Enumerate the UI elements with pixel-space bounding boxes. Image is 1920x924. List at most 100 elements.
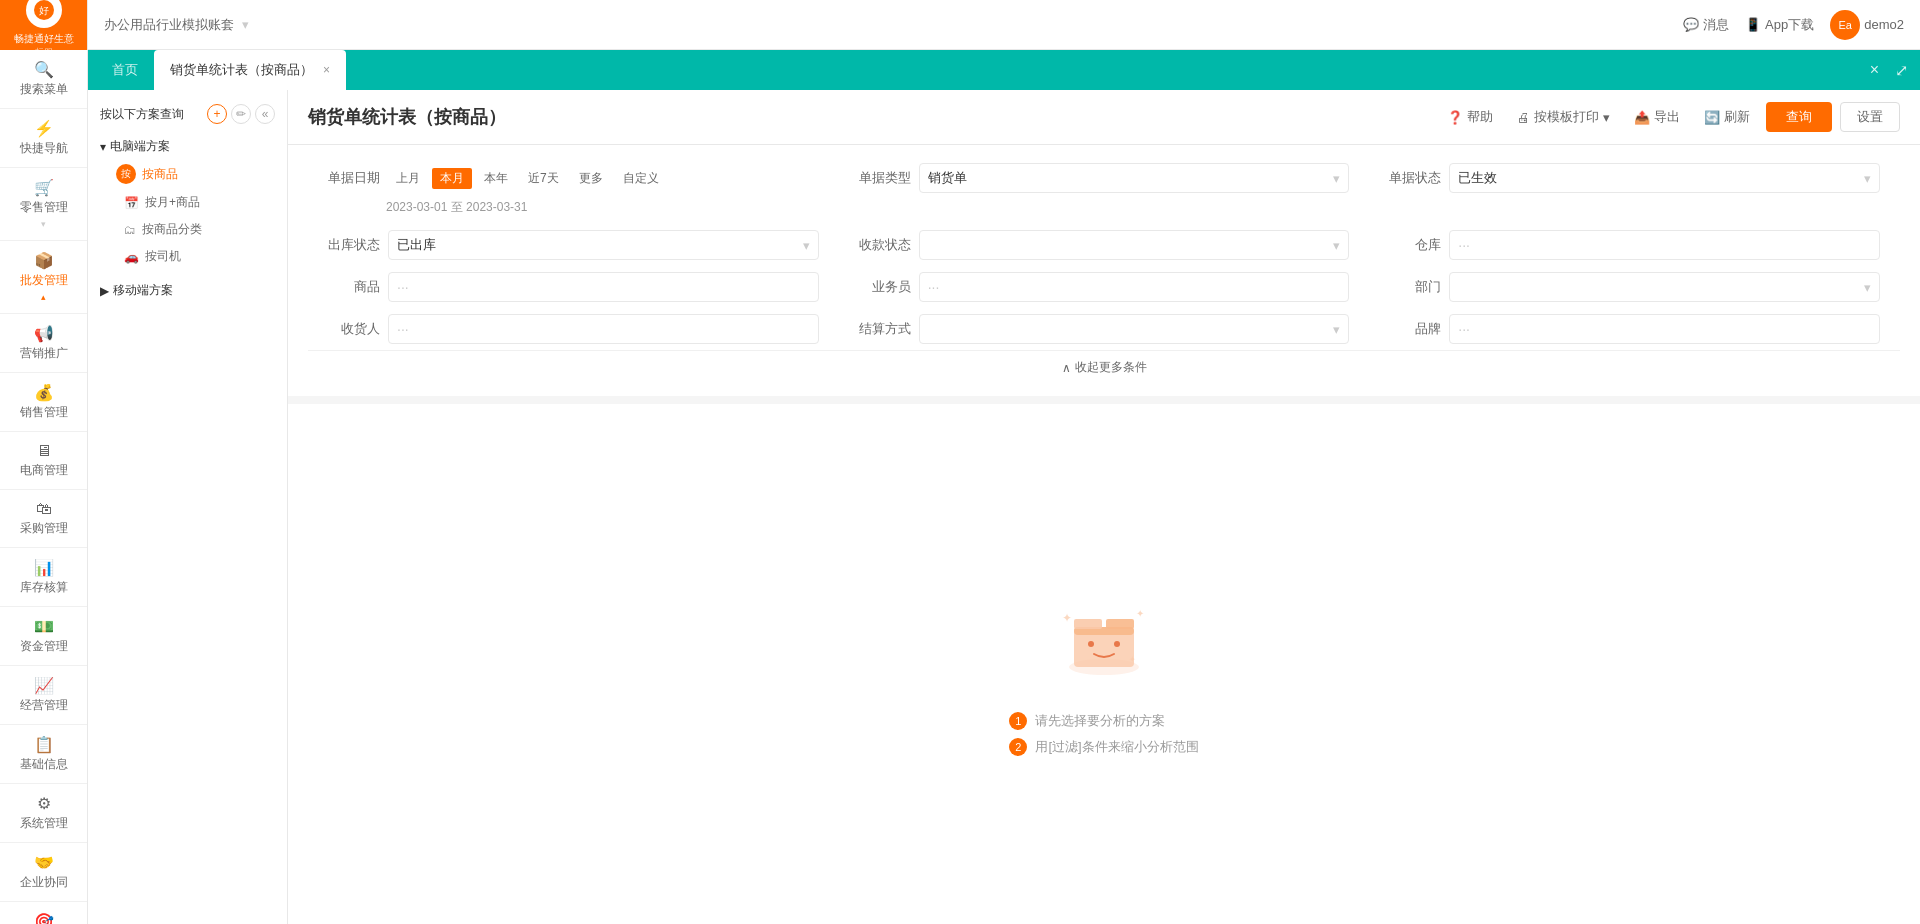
finance-icon: 💵 — [4, 617, 83, 636]
page-header-actions: ❓ 帮助 🖨 按模板打印 ▾ 📤 导出 🔄 — [1439, 102, 1900, 132]
tab-home[interactable]: 首页 — [96, 50, 154, 90]
search-menu-icon: 🔍 — [4, 60, 83, 79]
logo-icon: 好 — [26, 0, 62, 28]
department-select[interactable]: ▾ — [1449, 272, 1880, 302]
salesman-input[interactable]: ··· — [919, 272, 1350, 302]
operation-icon: 📈 — [4, 676, 83, 695]
doctype-select[interactable]: 销货单 ▾ — [919, 163, 1350, 193]
collectstatus-select[interactable]: ▾ — [919, 230, 1350, 260]
warehouse-input[interactable]: ··· — [1449, 230, 1880, 260]
sidebar-item-wholesale[interactable]: 📦 批发管理 ▴ — [0, 241, 87, 314]
sub-scheme-driver[interactable]: 🚗 按司机 — [88, 243, 287, 270]
app-download-btn[interactable]: 📱 App下载 — [1745, 16, 1814, 34]
sidebar-item-basic[interactable]: 📋 基础信息 — [0, 725, 87, 784]
collectstatus-label: 收款状态 — [839, 236, 919, 254]
sidebar-quicknav-label: 快捷导航 — [4, 140, 83, 157]
filter-row-1: 单据日期 上月 本月 本年 近7天 更多 自定义 — [308, 157, 1900, 199]
breadcrumb-arrow: ▾ — [242, 17, 249, 32]
sidebar-system-label: 系统管理 — [4, 815, 83, 832]
scheme-item-by-goods[interactable]: 按 按商品 — [88, 159, 287, 189]
salesman-dots: ··· — [928, 279, 940, 295]
shortcut-this-month[interactable]: 本月 — [432, 168, 472, 189]
department-label: 部门 — [1369, 278, 1449, 296]
tab-bar-actions: × ⤢ — [1866, 57, 1912, 84]
shortcut-custom[interactable]: 自定义 — [615, 168, 667, 189]
docstatus-select[interactable]: 已生效 ▾ — [1449, 163, 1880, 193]
sidebar-item-operation[interactable]: 📈 经营管理 — [0, 666, 87, 725]
collapse-label: 收起更多条件 — [1075, 359, 1147, 376]
mobile-scheme-group: ▶ 移动端方案 — [88, 274, 287, 307]
mobile-group-header[interactable]: ▶ 移动端方案 — [88, 278, 287, 303]
collectstatus-control: ▾ — [919, 230, 1370, 260]
brand-input[interactable]: ··· — [1449, 314, 1880, 344]
date-range-text: 2023-03-01 至 2023-03-31 — [386, 200, 527, 214]
sidebar-item-finance[interactable]: 💵 资金管理 — [0, 607, 87, 666]
sidebar-item-ecommerce[interactable]: 🖥 电商管理 — [0, 432, 87, 490]
collectstatus-arrow: ▾ — [1333, 238, 1340, 253]
shortcut-more[interactable]: 更多 — [571, 168, 611, 189]
user-area[interactable]: Ea demo2 — [1830, 10, 1904, 40]
sub-scheme-goods-category[interactable]: 🗂 按商品分类 — [88, 216, 287, 243]
tab-maximize-btn[interactable]: ⤢ — [1891, 57, 1912, 84]
sidebar-item-purchase[interactable]: 🛍 采购管理 — [0, 490, 87, 548]
message-btn[interactable]: 💬 消息 — [1683, 16, 1729, 34]
svg-point-8 — [1114, 641, 1120, 647]
date-shortcuts: 上月 本月 本年 近7天 更多 自定义 — [388, 168, 667, 189]
empty-state: ✦ ✦ ✦ 1 请先选择要分析的方案 2 用[过滤]条件来缩小分析范围 — [288, 404, 1920, 924]
tab-close-btn[interactable]: × — [1866, 57, 1883, 83]
tab-home-label: 首页 — [112, 61, 138, 79]
payment-select[interactable]: ▾ — [919, 314, 1350, 344]
goods-control: ··· — [388, 272, 839, 302]
export-btn[interactable]: 📤 导出 — [1626, 104, 1688, 130]
help-btn[interactable]: ❓ 帮助 — [1439, 104, 1501, 130]
date-range-row: 2023-03-01 至 2023-03-31 — [308, 199, 1900, 224]
tab-close-icon[interactable]: × — [323, 63, 330, 77]
shortcut-this-year[interactable]: 本年 — [476, 168, 516, 189]
sidebar-item-search[interactable]: 🔍 搜索菜单 — [0, 50, 87, 109]
add-scheme-btn[interactable]: + — [207, 104, 227, 124]
outstatus-select[interactable]: 已出库 ▾ — [388, 230, 819, 260]
desktop-group-header[interactable]: ▾ 电脑端方案 — [88, 134, 287, 159]
goods-input[interactable]: ··· — [388, 272, 819, 302]
print-btn[interactable]: 🖨 按模板打印 ▾ — [1509, 104, 1618, 130]
shortcut-last-month[interactable]: 上月 — [388, 168, 428, 189]
topbar-left: 办公用品行业模拟账套 ▾ — [104, 16, 249, 34]
sub-scheme-month-goods[interactable]: 📅 按月+商品 — [88, 189, 287, 216]
message-icon: 💬 — [1683, 17, 1699, 32]
desktop-group-label: 电脑端方案 — [110, 138, 170, 155]
sidebar-ecommerce-label: 电商管理 — [4, 462, 83, 479]
shortcut-7days[interactable]: 近7天 — [520, 168, 567, 189]
print-icon: 🖨 — [1517, 110, 1530, 125]
tab-active[interactable]: 销货单统计表（按商品） × — [154, 50, 346, 90]
sidebar-item-newbie[interactable]: 🎯 新手引导 — [0, 902, 87, 924]
collapse-panel-btn[interactable]: « — [255, 104, 275, 124]
outstatus-arrow: ▾ — [803, 238, 810, 253]
department-control: ▾ — [1449, 272, 1900, 302]
content-area: 按以下方案查询 + ✏ « ▾ 电脑端方案 按 按商品 📅 按 — [88, 90, 1920, 924]
sidebar-item-retail[interactable]: 🛒 零售管理 ▾ — [0, 168, 87, 241]
sidebar-item-marketing[interactable]: 📢 营销推广 — [0, 314, 87, 373]
topbar: 办公用品行业模拟账套 ▾ 💬 消息 📱 App下载 Ea demo2 — [88, 0, 1920, 50]
sidebar-item-inventory[interactable]: 📊 库存核算 — [0, 548, 87, 607]
goods-dots: ··· — [397, 279, 409, 295]
sidebar-item-collab[interactable]: 🤝 企业协同 — [0, 843, 87, 902]
query-btn[interactable]: 查询 — [1766, 102, 1832, 132]
filter-collectstatus-cell: 收款状态 ▾ — [839, 224, 1370, 266]
sidebar-inventory-label: 库存核算 — [4, 579, 83, 596]
receiver-input[interactable]: ··· — [388, 314, 819, 344]
sidebar-item-sales[interactable]: 💰 销售管理 — [0, 373, 87, 432]
svg-rect-5 — [1074, 619, 1102, 629]
settings-btn[interactable]: 设置 — [1840, 102, 1900, 132]
collapse-filter-btn[interactable]: ∧ 收起更多条件 — [308, 350, 1900, 384]
retail-icon: 🛒 — [4, 178, 83, 197]
left-panel-actions: + ✏ « — [207, 104, 275, 124]
marketing-icon: 📢 — [4, 324, 83, 343]
sub-scheme-label-2: 按商品分类 — [142, 221, 202, 238]
sidebar-item-quicknav[interactable]: ⚡ 快捷导航 — [0, 109, 87, 168]
sidebar-item-system[interactable]: ⚙ 系统管理 — [0, 784, 87, 843]
docstatus-label: 单据状态 — [1369, 169, 1449, 187]
edit-scheme-btn[interactable]: ✏ — [231, 104, 251, 124]
export-label: 导出 — [1654, 108, 1680, 126]
refresh-btn[interactable]: 🔄 刷新 — [1696, 104, 1758, 130]
filter-department-cell: 部门 ▾ — [1369, 266, 1900, 308]
